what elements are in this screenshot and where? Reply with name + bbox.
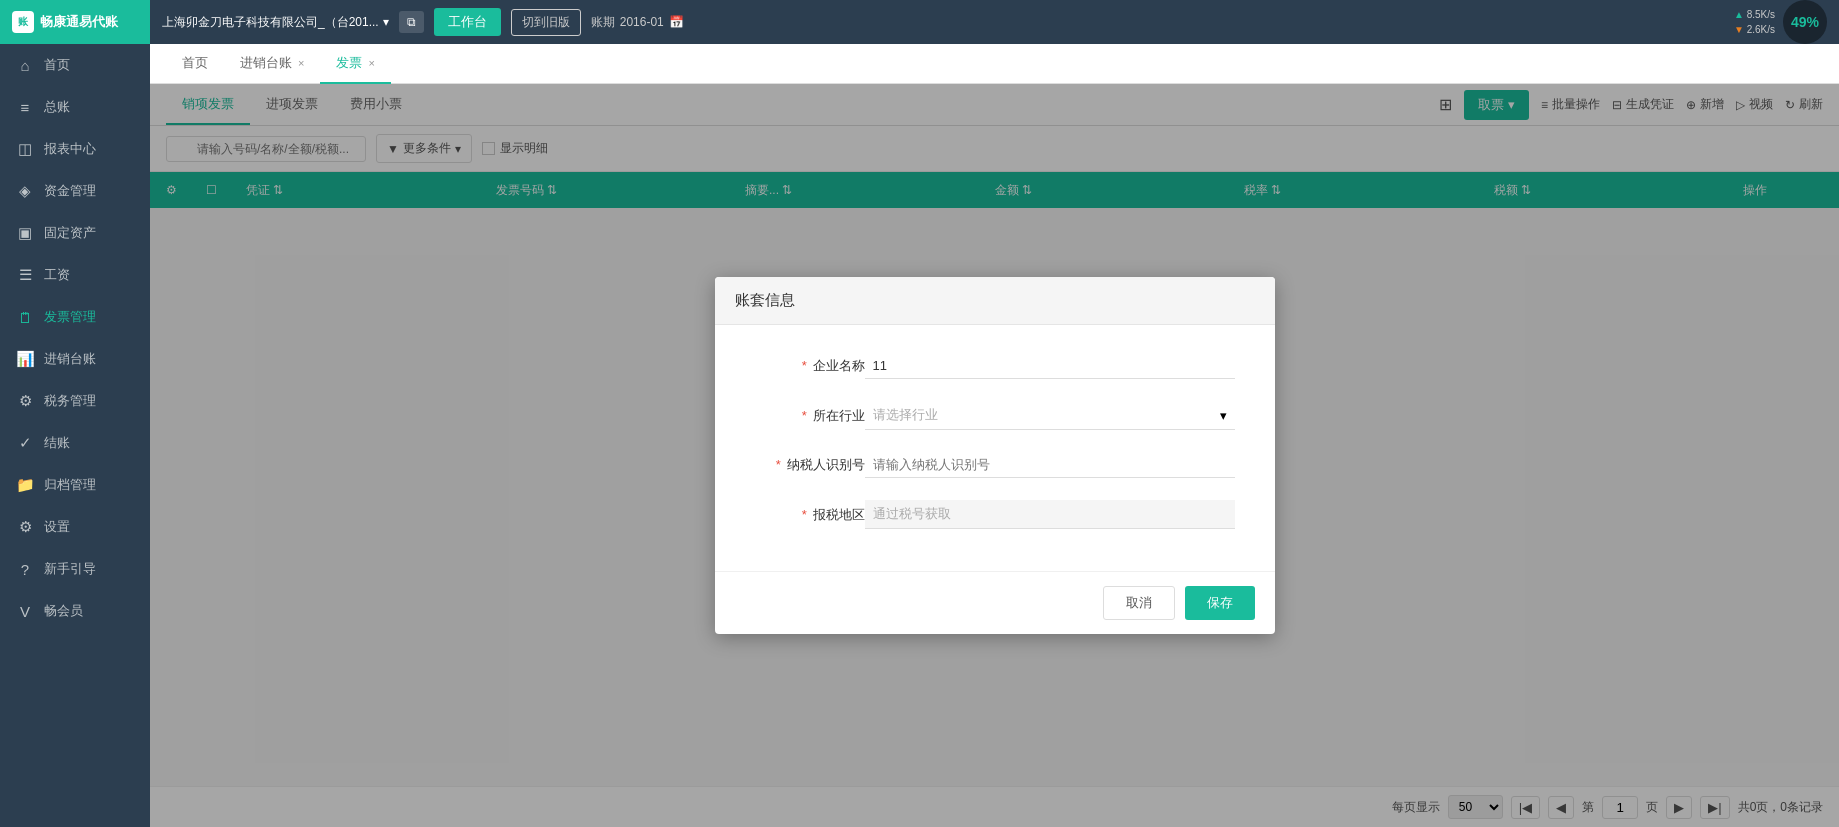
- dialog-body: * 企业名称 * 所在行业 请选择行业 ▾: [715, 325, 1275, 571]
- dialog-title: 账套信息: [715, 277, 1275, 325]
- sidebar-item-close-account[interactable]: ✓ 结账: [0, 422, 150, 464]
- required-star: *: [802, 507, 807, 522]
- main-area: 上海卯金刀电子科技有限公司_（台201... ▾ ⧉ 工作台 切到旧版 账期 2…: [150, 0, 1839, 827]
- speed-down: ▼: [1734, 24, 1744, 35]
- topbar-right: ▲ 8.5K/s ▼ 2.6K/s 49%: [1734, 0, 1827, 44]
- company-selector[interactable]: 上海卯金刀电子科技有限公司_（台201... ▾: [162, 14, 389, 31]
- sidebar-item-ledger[interactable]: ≡ 总账: [0, 86, 150, 128]
- app-name: 畅康通易代账: [40, 13, 118, 31]
- topbar: 上海卯金刀电子科技有限公司_（台201... ▾ ⧉ 工作台 切到旧版 账期 2…: [150, 0, 1839, 44]
- speed-up: ▲: [1734, 9, 1744, 20]
- account-info-dialog: 账套信息 * 企业名称 * 所在行业: [715, 277, 1275, 634]
- sidebar-item-label: 新手引导: [44, 560, 96, 578]
- invoice-icon: 🗒: [16, 309, 34, 326]
- sidebar-item-label: 总账: [44, 98, 70, 116]
- sidebar-item-settings[interactable]: ⚙ 设置: [0, 506, 150, 548]
- tab-sales-ledger-label: 进销台账: [240, 54, 292, 72]
- tax-region-disabled: 通过税号获取: [865, 500, 1235, 529]
- industry-select[interactable]: 请选择行业 ▾: [865, 401, 1235, 430]
- sidebar-item-funds[interactable]: ◈ 资金管理: [0, 170, 150, 212]
- tab-invoice[interactable]: 发票 ×: [320, 44, 390, 84]
- sidebar-item-reports[interactable]: ◫ 报表中心: [0, 128, 150, 170]
- sidebar-item-label: 工资: [44, 266, 70, 284]
- modal-overlay: 账套信息 * 企业名称 * 所在行业: [150, 84, 1839, 827]
- speed-indicator: 49%: [1783, 0, 1827, 44]
- tab-sales-ledger[interactable]: 进销台账 ×: [224, 44, 320, 84]
- sidebar-item-label: 归档管理: [44, 476, 96, 494]
- copy-button[interactable]: ⧉: [399, 11, 424, 33]
- close-account-icon: ✓: [16, 434, 34, 452]
- form-label-tax-region: * 报税地区: [755, 506, 865, 524]
- tab-home[interactable]: 首页: [166, 44, 224, 84]
- sidebar-item-tax[interactable]: ⚙ 税务管理: [0, 380, 150, 422]
- app-logo: 账 畅康通易代账: [0, 0, 150, 44]
- company-name: 上海卯金刀电子科技有限公司_（台201...: [162, 14, 379, 31]
- switch-old-button[interactable]: 切到旧版: [511, 9, 581, 36]
- period-display: 账期 2016-01 📅: [591, 14, 684, 31]
- sidebar-item-label: 畅会员: [44, 602, 83, 620]
- assets-icon: ▣: [16, 224, 34, 242]
- tab-invoice-label: 发票: [336, 54, 362, 72]
- form-row-tax-id: * 纳税人识别号: [755, 452, 1235, 478]
- archive-icon: 📁: [16, 476, 34, 494]
- sidebar-item-vip[interactable]: V 畅会员: [0, 590, 150, 632]
- sidebar-item-label: 资金管理: [44, 182, 96, 200]
- sidebar-item-guide[interactable]: ? 新手引导: [0, 548, 150, 590]
- company-dropdown-icon: ▾: [383, 15, 389, 29]
- dialog-footer: 取消 保存: [715, 571, 1275, 634]
- form-label-company: * 企业名称: [755, 357, 865, 375]
- industry-chevron-icon: ▾: [1220, 408, 1227, 423]
- sidebar-item-label: 发票管理: [44, 308, 96, 326]
- logo-icon: 账: [12, 11, 34, 33]
- settings-icon: ⚙: [16, 518, 34, 536]
- period-value: 2016-01: [620, 15, 664, 29]
- sidebar-item-label: 设置: [44, 518, 70, 536]
- required-star: *: [802, 408, 807, 423]
- sidebar-item-assets[interactable]: ▣ 固定资产: [0, 212, 150, 254]
- form-row-tax-region: * 报税地区 通过税号获取: [755, 500, 1235, 529]
- salary-icon: ☰: [16, 266, 34, 284]
- required-star: *: [802, 358, 807, 373]
- calendar-icon[interactable]: 📅: [669, 15, 684, 29]
- workbench-button[interactable]: 工作台: [434, 8, 501, 36]
- speed-stats: ▲ 8.5K/s ▼ 2.6K/s: [1734, 7, 1775, 37]
- cancel-button[interactable]: 取消: [1103, 586, 1175, 620]
- sidebar-item-sales-ledger[interactable]: 📊 进销台账: [0, 338, 150, 380]
- sidebar-item-home[interactable]: ⌂ 首页: [0, 44, 150, 86]
- industry-select-text: 请选择行业: [873, 406, 1220, 424]
- company-name-input[interactable]: [865, 353, 1235, 379]
- sidebar-item-label: 首页: [44, 56, 70, 74]
- content-area: 销项发票 进项发票 费用小票 ⊞ 取票 ▾ ≡ 批量操作 ⊟: [150, 84, 1839, 827]
- tab-home-label: 首页: [182, 54, 208, 72]
- sales-ledger-icon: 📊: [16, 350, 34, 368]
- tab-sales-ledger-close[interactable]: ×: [298, 57, 304, 69]
- sidebar-item-archive[interactable]: 📁 归档管理: [0, 464, 150, 506]
- tabbar: 首页 进销台账 × 发票 ×: [150, 44, 1839, 84]
- period-label: 账期: [591, 14, 615, 31]
- ledger-icon: ≡: [16, 99, 34, 116]
- sidebar-item-invoice[interactable]: 🗒 发票管理: [0, 296, 150, 338]
- tax-icon: ⚙: [16, 392, 34, 410]
- sidebar-item-label: 报表中心: [44, 140, 96, 158]
- sidebar-item-label: 进销台账: [44, 350, 96, 368]
- home-icon: ⌂: [16, 57, 34, 74]
- form-label-tax-id: * 纳税人识别号: [755, 456, 865, 474]
- reports-icon: ◫: [16, 140, 34, 158]
- sidebar: 账 畅康通易代账 ⌂ 首页 ≡ 总账 ◫ 报表中心 ◈ 资金管理 ▣ 固定资产 …: [0, 0, 150, 827]
- funds-icon: ◈: [16, 182, 34, 200]
- guide-icon: ?: [16, 561, 34, 578]
- form-label-industry: * 所在行业: [755, 407, 865, 425]
- form-row-company: * 企业名称: [755, 353, 1235, 379]
- tab-invoice-close[interactable]: ×: [368, 57, 374, 69]
- save-button[interactable]: 保存: [1185, 586, 1255, 620]
- required-star: *: [776, 457, 781, 472]
- sidebar-item-label: 结账: [44, 434, 70, 452]
- sidebar-item-salary[interactable]: ☰ 工资: [0, 254, 150, 296]
- sidebar-item-label: 固定资产: [44, 224, 96, 242]
- form-row-industry: * 所在行业 请选择行业 ▾: [755, 401, 1235, 430]
- sidebar-item-label: 税务管理: [44, 392, 96, 410]
- tax-id-input[interactable]: [865, 452, 1235, 478]
- vip-icon: V: [16, 603, 34, 620]
